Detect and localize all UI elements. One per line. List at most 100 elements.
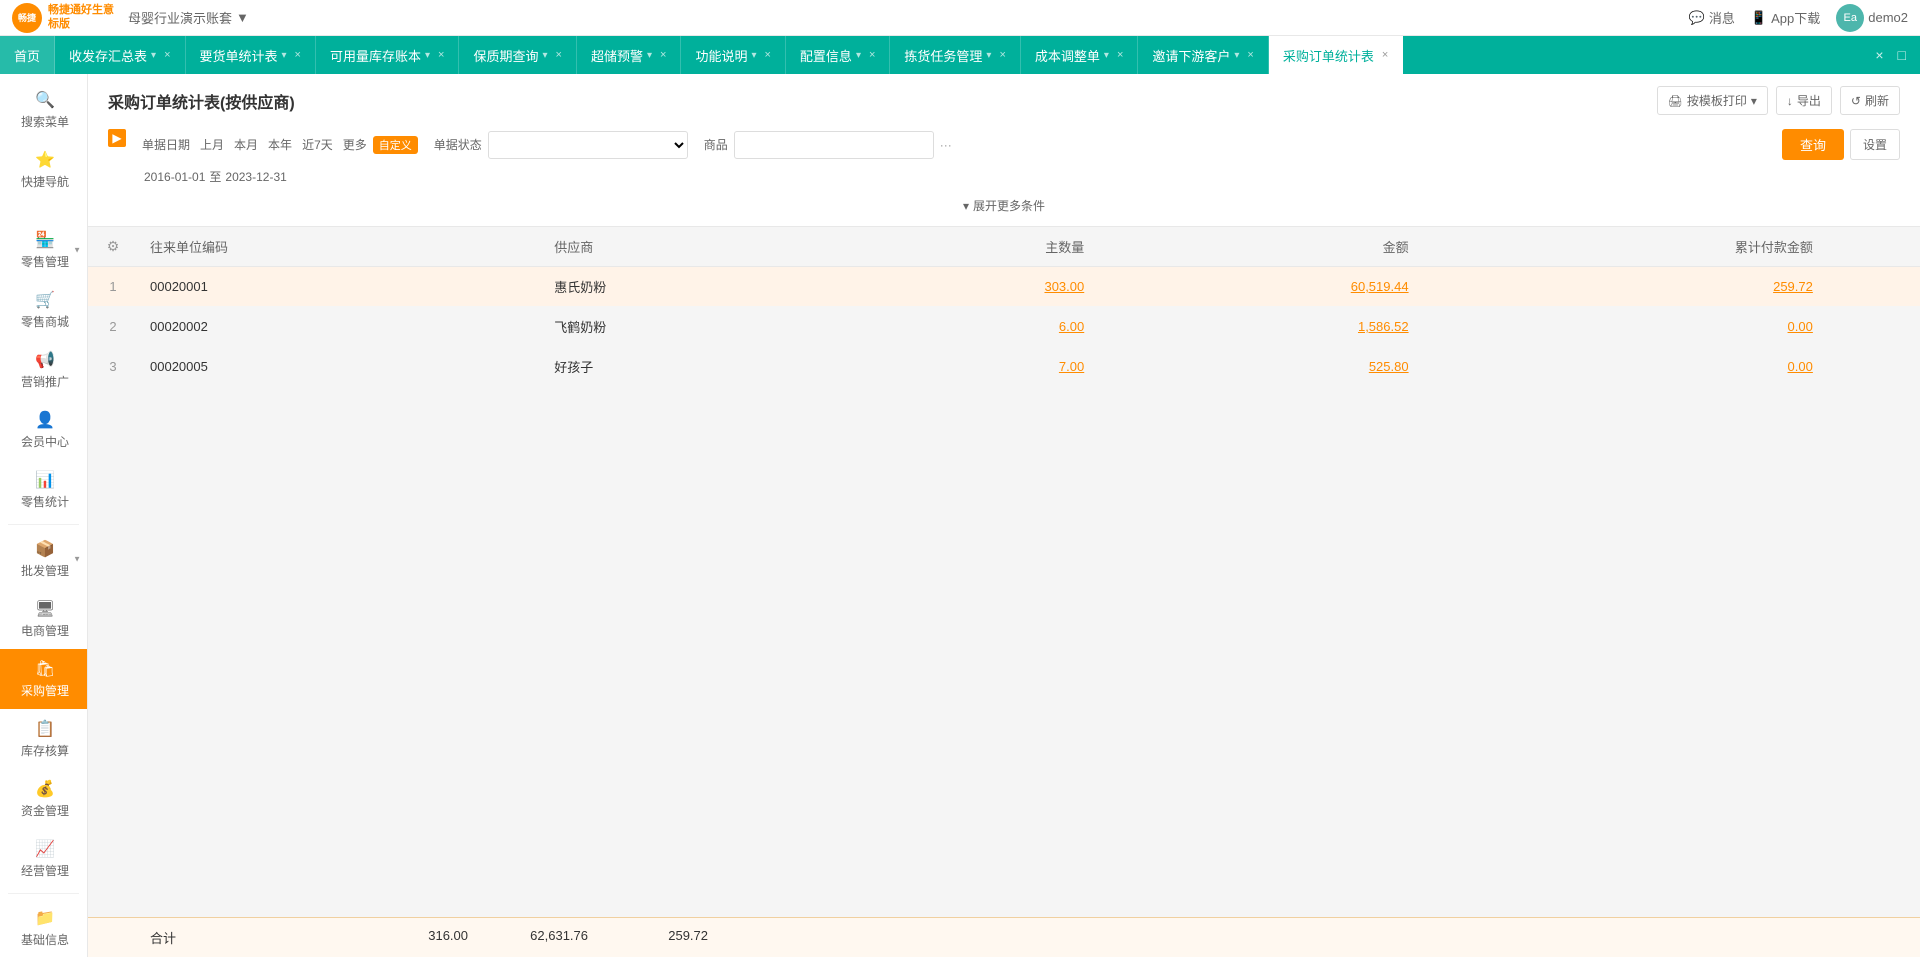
qty-link[interactable]: 6.00 (1059, 319, 1084, 334)
table-head: ⚙ 往来单位编码 供应商 主数量 金额 累计付款金额 (88, 227, 1920, 267)
sidebar-item-finance[interactable]: 💰 资金管理 (0, 769, 87, 829)
date-label: 单据日期 (142, 136, 190, 153)
user-area[interactable]: Ea demo2 (1836, 4, 1908, 32)
tab-function[interactable]: 功能说明 ▾ × (681, 36, 785, 74)
tab-dropdown-icon2: ▾ (282, 50, 287, 61)
tab-invite-label: 邀请下游客户 (1152, 46, 1230, 65)
shortcut-more[interactable]: 更多 (339, 134, 371, 155)
date-separator: 至 (209, 168, 221, 185)
tab-overstock[interactable]: 超储预警 ▾ × (577, 36, 681, 74)
tab-pick-task[interactable]: 拣货任务管理 ▾ × (890, 36, 1020, 74)
row-index: 1 (88, 267, 138, 307)
shortcut-7days[interactable]: 近7天 (298, 134, 337, 155)
sidebar-item-search[interactable]: 🔍 搜索菜单 (0, 80, 87, 140)
print-btn[interactable]: 🖨 按模板打印 ▾ (1657, 86, 1768, 115)
tab-order-summary[interactable]: 要货单统计表 ▾ × (186, 36, 316, 74)
sidebar-item-inventory[interactable]: 📋 库存核算 (0, 709, 87, 769)
logo-brand-text: 畅捷 (18, 11, 36, 24)
tab-purchase-summary[interactable]: 采购订单统计表 × (1269, 36, 1403, 74)
sidebar-mall-label: 零售商城 (21, 313, 69, 330)
amount-link[interactable]: 1,586.52 (1358, 319, 1409, 334)
shortcut-this-year[interactable]: 本年 (264, 134, 296, 155)
sidebar-item-retail-mall[interactable]: 🛒 零售商城 (0, 280, 87, 340)
refresh-label: 刷新 (1865, 92, 1889, 109)
goods-more-icon[interactable]: ··· (940, 138, 952, 152)
app-label: App下载 (1771, 8, 1820, 27)
column-settings-icon[interactable]: ⚙ (107, 238, 120, 255)
tab-home[interactable]: 首页 (0, 36, 55, 74)
sidebar-operations-label: 经营管理 (21, 862, 69, 879)
qty-link[interactable]: 7.00 (1059, 359, 1084, 374)
date-shortcuts-row: 上月 本月 本年 近7天 更多 自定义 (196, 134, 418, 155)
workspace-selector[interactable]: 母婴行业演示账套 ▼ (122, 6, 255, 29)
tab-dropdown-icon6: ▾ (751, 50, 756, 61)
sidebar-member-label: 会员中心 (21, 433, 69, 450)
tab-dropdown-icon4: ▾ (542, 50, 547, 61)
shortcut-last-month[interactable]: 上月 (196, 134, 228, 155)
tab-config[interactable]: 配置信息 ▾ × (786, 36, 890, 74)
tab-available-stock[interactable]: 可用量库存账本 ▾ × (316, 36, 459, 74)
sidebar-item-operations[interactable]: 📈 经营管理 (0, 829, 87, 889)
expand-conditions-btn[interactable]: ▾ 展开更多条件 (955, 193, 1053, 218)
sidebar-item-member[interactable]: 👤 会员中心 (0, 400, 87, 460)
tab-close-icon8[interactable]: × (999, 49, 1005, 61)
export-btn[interactable]: ↓ 导出 (1776, 86, 1832, 115)
row-code: 00020005 (138, 347, 542, 387)
goods-input[interactable] (734, 131, 934, 159)
sidebar-item-purchase[interactable]: 🛍 采购管理 (0, 649, 87, 709)
sidebar-item-basic[interactable]: 📁 基础信息 (0, 898, 87, 957)
tab-close-icon2[interactable]: × (295, 49, 301, 61)
sidebar-basic-label: 基础信息 (21, 931, 69, 948)
amount-link[interactable]: 525.80 (1369, 359, 1409, 374)
top-bar-right: 💬 消息 📱 App下载 Ea demo2 (1689, 4, 1908, 32)
shortcut-this-month[interactable]: 本月 (230, 134, 262, 155)
status-select[interactable] (488, 131, 688, 159)
tab-close-icon3[interactable]: × (438, 49, 444, 61)
sidebar-section-top: 🔍 搜索菜单 ⭐ 快捷导航 (0, 74, 87, 206)
date-filter-block: 单据日期 上月 本月 本年 近7天 更多 自定义 (142, 134, 418, 155)
amount-link[interactable]: 60,519.44 (1351, 279, 1409, 294)
search-btn[interactable]: 查询 (1782, 129, 1844, 160)
close-all-btn[interactable]: × (1869, 43, 1889, 67)
logo-line2: 标版 (48, 18, 114, 31)
paid-link[interactable]: 259.72 (1773, 279, 1813, 294)
message-btn[interactable]: 💬 消息 (1689, 8, 1735, 27)
date-to: 2023-12-31 (225, 170, 286, 184)
sidebar-item-wholesale[interactable]: 📦 批发管理 (0, 529, 87, 589)
sidebar-retailstats-label: 零售统计 (21, 493, 69, 510)
custom-date-badge[interactable]: 自定义 (373, 136, 418, 154)
paid-link[interactable]: 0.00 (1788, 359, 1813, 374)
status-label: 单据状态 (434, 136, 482, 153)
sidebar-item-retail-stats[interactable]: 📊 零售统计 (0, 460, 87, 520)
tab-close-icon9[interactable]: × (1117, 49, 1123, 61)
sidebar-item-ecommerce[interactable]: 🖥 电商管理 (0, 589, 87, 649)
table-row: 2 00020002 飞鹤奶粉 6.00 1,586.52 0.00 (88, 307, 1920, 347)
maximize-btn[interactable]: □ (1892, 43, 1912, 67)
refresh-btn[interactable]: ↺ 刷新 (1840, 86, 1900, 115)
tab-cost-adjust[interactable]: 成本调整单 ▾ × (1021, 36, 1138, 74)
sidebar-item-retail[interactable]: 🏪 零售管理 (0, 220, 87, 280)
settings-btn[interactable]: 设置 (1850, 129, 1900, 160)
tab-warranty[interactable]: 保质期查询 ▾ × (459, 36, 576, 74)
logo-icon: 畅捷 (12, 3, 42, 33)
tab-close-icon5[interactable]: × (660, 49, 666, 61)
paid-link[interactable]: 0.00 (1788, 319, 1813, 334)
tab-purchase-close-icon[interactable]: × (1382, 49, 1388, 61)
toggle-filter-btn[interactable]: ▶ (108, 129, 126, 147)
sidebar-item-marketing[interactable]: 📢 营销推广 (0, 340, 87, 400)
table-header-row: ⚙ 往来单位编码 供应商 主数量 金额 累计付款金额 (88, 227, 1920, 267)
logo-area: 畅捷 畅捷通好生意 标版 (12, 3, 114, 33)
app-download-btn[interactable]: 📱 App下载 (1751, 8, 1820, 27)
tab-close-icon6[interactable]: × (764, 49, 770, 61)
col-code: 往来单位编码 (138, 227, 542, 267)
tab-close-icon7[interactable]: × (869, 49, 875, 61)
tab-invite[interactable]: 邀请下游客户 ▾ × (1138, 36, 1268, 74)
tab-close-icon4[interactable]: × (556, 49, 562, 61)
tab-receive-summary[interactable]: 收发存汇总表 ▾ × (55, 36, 185, 74)
qty-link[interactable]: 303.00 (1044, 279, 1084, 294)
search-icon: 🔍 (35, 90, 55, 110)
row-amount: 1,586.52 (1096, 307, 1420, 347)
sidebar-item-quick-nav[interactable]: ⭐ 快捷导航 (0, 140, 87, 200)
tab-close-icon10[interactable]: × (1247, 49, 1253, 61)
tab-close-icon[interactable]: × (164, 49, 170, 61)
